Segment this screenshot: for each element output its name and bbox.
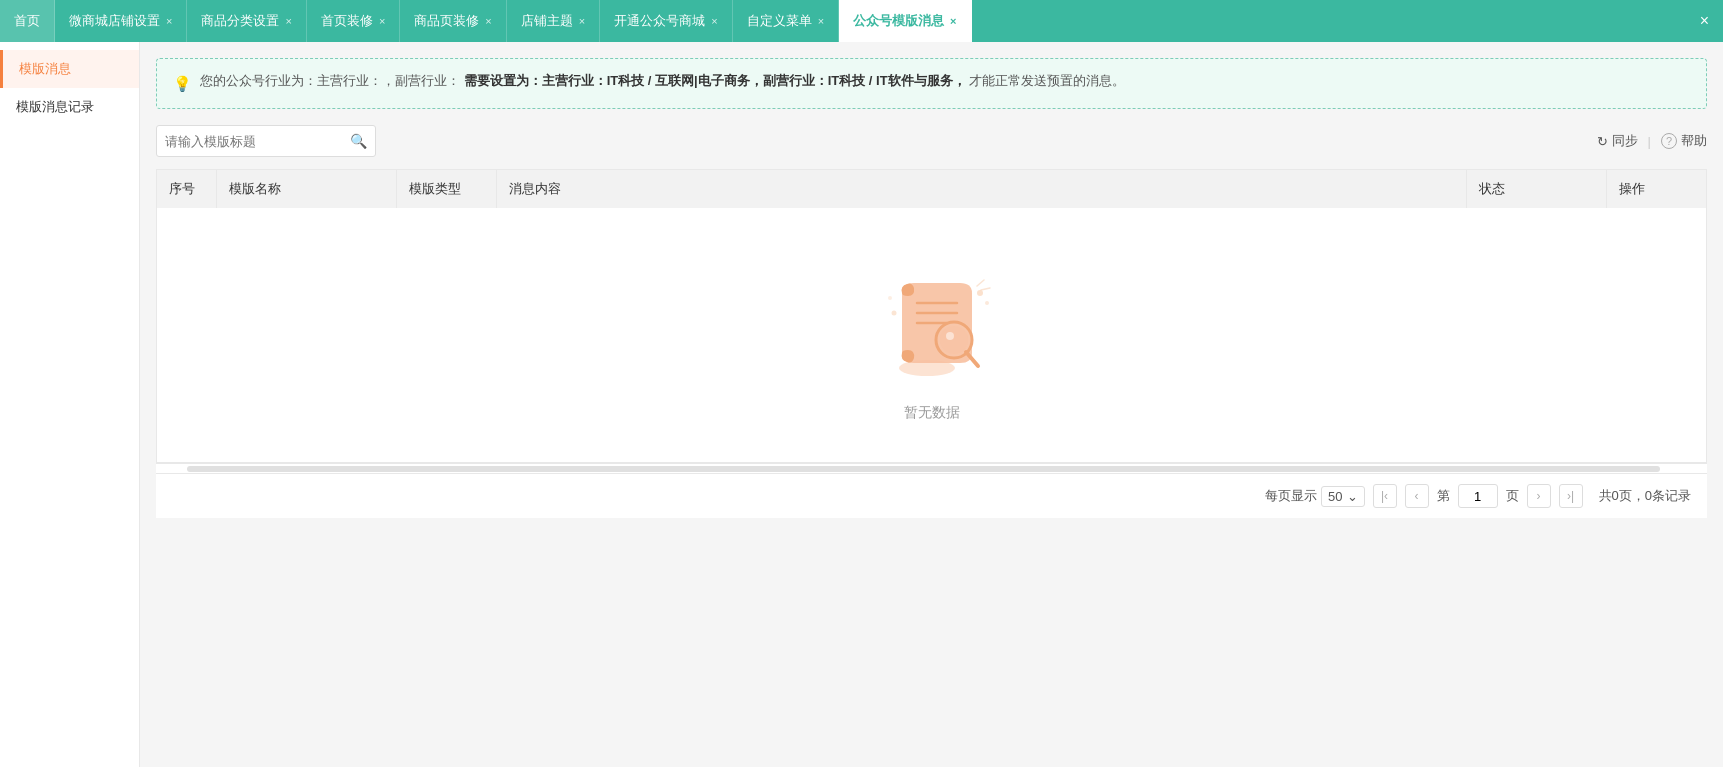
page-size-dropdown[interactable]: 50 ⌄: [1321, 486, 1364, 507]
next-page-button[interactable]: ›: [1527, 484, 1551, 508]
nav-tab-home-decor-close[interactable]: ×: [379, 15, 385, 27]
nav-tab-home-decor[interactable]: 首页装修 ×: [307, 0, 400, 42]
sidebar-item-template-msg-label: 模版消息: [19, 61, 71, 76]
sidebar-item-template-msg[interactable]: 模版消息: [0, 50, 139, 88]
svg-line-13: [981, 288, 990, 290]
th-action: 操作: [1607, 170, 1707, 209]
nav-tab-custom-menu-label: 自定义菜单: [747, 12, 812, 30]
th-status: 状态: [1467, 170, 1607, 209]
svg-point-9: [985, 301, 989, 305]
nav-tab-wechat-shop[interactable]: 微商城店铺设置 ×: [55, 0, 187, 42]
nav-close-all-button[interactable]: ×: [1686, 12, 1723, 30]
search-input[interactable]: [165, 134, 350, 149]
th-seq: 序号: [157, 170, 217, 209]
th-type: 模版类型: [397, 170, 497, 209]
empty-text: 暂无数据: [157, 404, 1706, 422]
scrollbar-area[interactable]: [156, 463, 1707, 473]
nav-tab-product-category-close[interactable]: ×: [285, 15, 291, 27]
page-size-value: 50: [1328, 489, 1342, 504]
toolbar-divider: |: [1648, 134, 1651, 149]
sync-button[interactable]: ↻ 同步: [1597, 132, 1638, 150]
notice-text: 您的公众号行业为：主营行业：，副营行业： 需要设置为：主营行业：IT科技 / 互…: [200, 71, 1125, 92]
th-content: 消息内容: [497, 170, 1467, 209]
nav-tab-shop-theme-label: 店铺主题: [521, 12, 573, 30]
first-page-button[interactable]: |‹: [1373, 484, 1397, 508]
svg-point-5: [940, 326, 968, 354]
empty-illustration: [872, 268, 992, 388]
search-box[interactable]: 🔍: [156, 125, 376, 157]
nav-tab-shop-theme[interactable]: 店铺主题 ×: [507, 0, 600, 42]
nav-tab-open-mall[interactable]: 开通公众号商城 ×: [600, 0, 732, 42]
nav-tab-template-msg-close[interactable]: ×: [950, 15, 956, 27]
help-button[interactable]: ? 帮助: [1661, 132, 1707, 150]
scrollbar-track[interactable]: [187, 466, 1660, 472]
page-di-label: 第: [1437, 487, 1450, 505]
empty-state: 暂无数据: [157, 208, 1706, 462]
svg-line-12: [977, 280, 984, 286]
sync-icon: ↻: [1597, 134, 1608, 149]
nav-tab-home[interactable]: 首页: [0, 0, 55, 42]
page-size-select: 每页显示 50 ⌄: [1265, 486, 1364, 507]
nav-tab-custom-menu-close[interactable]: ×: [818, 15, 824, 27]
nav-tab-custom-menu[interactable]: 自定义菜单 ×: [733, 0, 839, 42]
chevron-down-icon: ⌄: [1347, 489, 1358, 504]
notice-text-before: 您的公众号行业为：主营行业：，副营行业：: [200, 73, 460, 88]
help-label: 帮助: [1681, 132, 1707, 150]
sidebar-item-template-msg-log[interactable]: 模版消息记录: [0, 88, 139, 126]
content-area: 💡 您的公众号行业为：主营行业：，副营行业： 需要设置为：主营行业：IT科技 /…: [140, 42, 1723, 767]
svg-point-8: [977, 290, 983, 296]
nav-tab-product-decor-label: 商品页装修: [414, 12, 479, 30]
nav-tab-wechat-shop-close[interactable]: ×: [166, 15, 172, 27]
notice-highlight: 需要设置为：主营行业：IT科技 / 互联网|电子商务，副营行业：IT科技 / I…: [464, 73, 966, 88]
page-size-label: 每页显示: [1265, 487, 1317, 505]
nav-tab-product-decor[interactable]: 商品页装修 ×: [400, 0, 506, 42]
toolbar-right: ↻ 同步 | ? 帮助: [1597, 132, 1707, 150]
svg-point-11: [888, 296, 892, 300]
help-icon: ?: [1661, 133, 1677, 149]
sync-label: 同步: [1612, 132, 1638, 150]
sidebar-item-template-msg-log-label: 模版消息记录: [16, 99, 94, 114]
page-unit-label: 页: [1506, 487, 1519, 505]
current-page-input[interactable]: [1458, 484, 1498, 508]
nav-tab-wechat-shop-label: 微商城店铺设置: [69, 12, 160, 30]
notice-text-after: 才能正常发送预置的消息。: [969, 73, 1125, 88]
notice-banner: 💡 您的公众号行业为：主营行业：，副营行业： 需要设置为：主营行业：IT科技 /…: [156, 58, 1707, 109]
sidebar: 模版消息 模版消息记录: [0, 42, 140, 767]
notice-icon: 💡: [173, 72, 192, 96]
empty-svg: [872, 268, 992, 388]
nav-tab-open-mall-close[interactable]: ×: [711, 15, 717, 27]
nav-tab-shop-theme-close[interactable]: ×: [579, 15, 585, 27]
nav-tab-product-decor-close[interactable]: ×: [485, 15, 491, 27]
nav-tab-home-decor-label: 首页装修: [321, 12, 373, 30]
top-nav: 首页 微商城店铺设置 × 商品分类设置 × 首页装修 × 商品页装修 × 店铺主…: [0, 0, 1723, 42]
search-icon[interactable]: 🔍: [350, 133, 367, 149]
table-empty-row: 暂无数据: [157, 208, 1707, 463]
nav-tab-template-msg-label: 公众号模版消息: [853, 12, 944, 30]
nav-tab-home-label: 首页: [14, 12, 40, 30]
pagination-row: 每页显示 50 ⌄ |‹ ‹ 第 页 › ›| 共0页，0条记录: [156, 473, 1707, 518]
last-page-button[interactable]: ›|: [1559, 484, 1583, 508]
nav-tab-open-mall-label: 开通公众号商城: [614, 12, 705, 30]
nav-tab-product-category-label: 商品分类设置: [201, 12, 279, 30]
table-container: 序号 模版名称 模版类型 消息内容 状态: [156, 169, 1707, 518]
nav-tab-template-msg[interactable]: 公众号模版消息 ×: [839, 0, 971, 42]
nav-tab-product-category[interactable]: 商品分类设置 ×: [187, 0, 306, 42]
toolbar-row: 🔍 ↻ 同步 | ? 帮助: [156, 125, 1707, 157]
main-layout: 模版消息 模版消息记录 💡 您的公众号行业为：主营行业：，副营行业： 需要设置为…: [0, 42, 1723, 767]
total-info: 共0页，0条记录: [1599, 487, 1691, 505]
table-header-row: 序号 模版名称 模版类型 消息内容 状态: [157, 170, 1707, 209]
prev-page-button[interactable]: ‹: [1405, 484, 1429, 508]
svg-point-10: [891, 311, 896, 316]
th-name: 模版名称: [217, 170, 397, 209]
data-table: 序号 模版名称 模版类型 消息内容 状态: [156, 169, 1707, 463]
svg-point-7: [946, 332, 954, 340]
